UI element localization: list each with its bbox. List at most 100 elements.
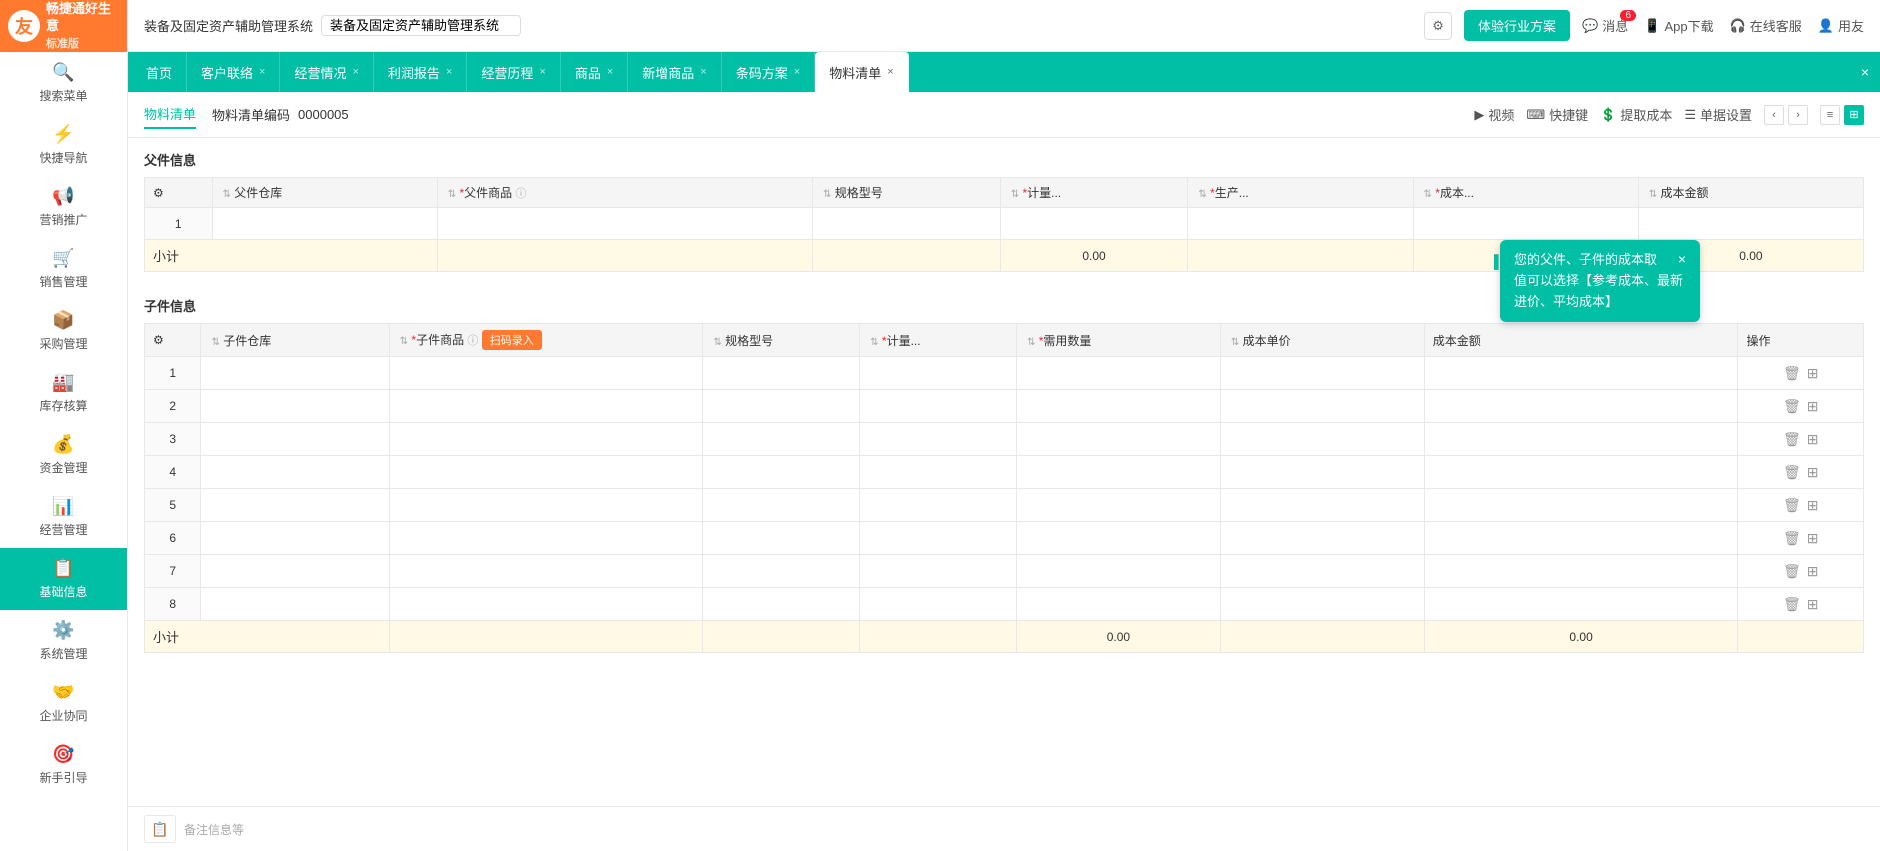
tab-profit[interactable]: 利润报告 ×: [374, 52, 467, 92]
child-unit-cost-8[interactable]: [1220, 588, 1424, 621]
child-warehouse-4[interactable]: [201, 456, 389, 489]
child-quantity-4[interactable]: [1016, 456, 1220, 489]
app-download-button[interactable]: 📱 App下载: [1644, 16, 1713, 35]
sidebar-item-purchase[interactable]: 📦 采购管理: [0, 300, 127, 362]
sub-tab-bom-list[interactable]: 物料清单: [144, 100, 196, 129]
copy-icon-8[interactable]: ⊞: [1807, 596, 1819, 613]
child-unit-cost-6[interactable]: [1220, 522, 1424, 555]
copy-icon-6[interactable]: ⊞: [1807, 530, 1819, 547]
child-spec-2[interactable]: [703, 390, 860, 423]
child-quantity-6[interactable]: [1016, 522, 1220, 555]
tab-history[interactable]: 经营历程 ×: [467, 52, 560, 92]
child-unit-cost-3[interactable]: [1220, 423, 1424, 456]
child-product-3[interactable]: [389, 423, 703, 456]
child-unit-cost-5[interactable]: [1220, 489, 1424, 522]
sidebar-item-marketing[interactable]: 📢 营销推广: [0, 176, 127, 238]
child-quantity-1[interactable]: [1016, 357, 1220, 390]
child-spec-5[interactable]: [703, 489, 860, 522]
child-warehouse-7[interactable]: [201, 555, 389, 588]
sidebar-item-finance[interactable]: 💰 资金管理: [0, 424, 127, 486]
child-unit-cost-4[interactable]: [1220, 456, 1424, 489]
copy-icon-5[interactable]: ⊞: [1807, 497, 1819, 514]
child-cost-amount-6[interactable]: [1424, 522, 1738, 555]
copy-icon-4[interactable]: ⊞: [1807, 464, 1819, 481]
child-unit-cost-2[interactable]: [1220, 390, 1424, 423]
child-product-7[interactable]: [389, 555, 703, 588]
child-unit-cost-7[interactable]: [1220, 555, 1424, 588]
child-spec-7[interactable]: [703, 555, 860, 588]
child-unit-6[interactable]: [860, 522, 1017, 555]
scan-button[interactable]: 扫码录入: [482, 330, 542, 350]
system-select[interactable]: 装备及固定资产辅助管理系统: [321, 15, 521, 36]
delete-icon-1[interactable]: 🗑: [1783, 365, 1801, 382]
child-product-8[interactable]: [389, 588, 703, 621]
sidebar-item-operations[interactable]: 📊 经营管理: [0, 486, 127, 548]
tab-close-new-product[interactable]: ×: [700, 66, 706, 78]
child-warehouse-6[interactable]: [201, 522, 389, 555]
child-unit-8[interactable]: [860, 588, 1017, 621]
tab-close-profit[interactable]: ×: [446, 66, 452, 78]
tab-barcode[interactable]: 条码方案 ×: [722, 52, 815, 92]
child-unit-3[interactable]: [860, 423, 1017, 456]
child-product-2[interactable]: [389, 390, 703, 423]
tabs-close-all[interactable]: ×: [1850, 52, 1880, 92]
sidebar-item-inventory[interactable]: 🏭 库存核算: [0, 362, 127, 424]
message-button[interactable]: 💬 消息 6: [1582, 16, 1628, 35]
sidebar-item-quick-nav[interactable]: ⚡ 快捷导航: [0, 114, 127, 176]
copy-icon-2[interactable]: ⊞: [1807, 398, 1819, 415]
delete-icon-6[interactable]: 🗑: [1783, 530, 1801, 547]
child-cost-amount-7[interactable]: [1424, 555, 1738, 588]
child-quantity-5[interactable]: [1016, 489, 1220, 522]
next-button[interactable]: ›: [1788, 105, 1808, 125]
child-warehouse-2[interactable]: [201, 390, 389, 423]
sidebar-item-system[interactable]: ⚙️ 系统管理: [0, 610, 127, 672]
child-quantity-8[interactable]: [1016, 588, 1220, 621]
child-warehouse-8[interactable]: [201, 588, 389, 621]
sidebar-item-collab[interactable]: 🤝 企业协同: [0, 672, 127, 734]
online-service-button[interactable]: 🎧 在线客服: [1730, 16, 1802, 35]
view-video-button[interactable]: ▶ 视频: [1474, 105, 1514, 124]
child-cost-amount-5[interactable]: [1424, 489, 1738, 522]
child-warehouse-3[interactable]: [201, 423, 389, 456]
sidebar-item-basic[interactable]: 📋 基础信息: [0, 548, 127, 610]
grid-view-button[interactable]: ⊞: [1844, 105, 1864, 125]
shortcut-button[interactable]: ⌨ 快捷键: [1526, 105, 1588, 124]
child-cost-amount-8[interactable]: [1424, 588, 1738, 621]
tab-close-bom[interactable]: ×: [887, 66, 893, 78]
child-spec-6[interactable]: [703, 522, 860, 555]
parent-production-cell[interactable]: [1188, 208, 1413, 240]
tab-operations[interactable]: 经营情况 ×: [280, 52, 373, 92]
child-spec-8[interactable]: [703, 588, 860, 621]
parent-unit-cell[interactable]: [1000, 208, 1188, 240]
tab-close-customers[interactable]: ×: [259, 66, 265, 78]
parent-product-cell[interactable]: [437, 208, 812, 240]
tab-new-product[interactable]: 新增商品 ×: [628, 52, 721, 92]
delete-icon-5[interactable]: 🗑: [1783, 497, 1801, 514]
tab-bom[interactable]: 物料清单 ×: [815, 52, 908, 92]
child-spec-1[interactable]: [703, 357, 860, 390]
extract-cost-button[interactable]: 💲 提取成本: [1600, 105, 1672, 124]
parent-warehouse-cell[interactable]: [212, 208, 437, 240]
child-quantity-2[interactable]: [1016, 390, 1220, 423]
trial-button[interactable]: 体验行业方案: [1464, 10, 1570, 41]
copy-icon-7[interactable]: ⊞: [1807, 563, 1819, 580]
copy-icon-3[interactable]: ⊞: [1807, 431, 1819, 448]
child-product-5[interactable]: [389, 489, 703, 522]
child-warehouse-5[interactable]: [201, 489, 389, 522]
settings-gear-button[interactable]: ⚙: [1424, 12, 1452, 40]
prev-button[interactable]: ‹: [1764, 105, 1784, 125]
child-quantity-7[interactable]: [1016, 555, 1220, 588]
child-unit-2[interactable]: [860, 390, 1017, 423]
child-unit-4[interactable]: [860, 456, 1017, 489]
child-unit-1[interactable]: [860, 357, 1017, 390]
parent-cost-cell[interactable]: [1413, 208, 1638, 240]
child-unit-5[interactable]: [860, 489, 1017, 522]
sidebar-item-search[interactable]: 🔍 搜索菜单: [0, 52, 127, 114]
child-product-4[interactable]: [389, 456, 703, 489]
child-warehouse-1[interactable]: [201, 357, 389, 390]
tab-close-barcode[interactable]: ×: [794, 66, 800, 78]
single-settings-button[interactable]: ☰ 单据设置: [1684, 105, 1752, 124]
child-unit-7[interactable]: [860, 555, 1017, 588]
child-cost-amount-3[interactable]: [1424, 423, 1738, 456]
sidebar-item-guide[interactable]: 🎯 新手引导: [0, 734, 127, 796]
